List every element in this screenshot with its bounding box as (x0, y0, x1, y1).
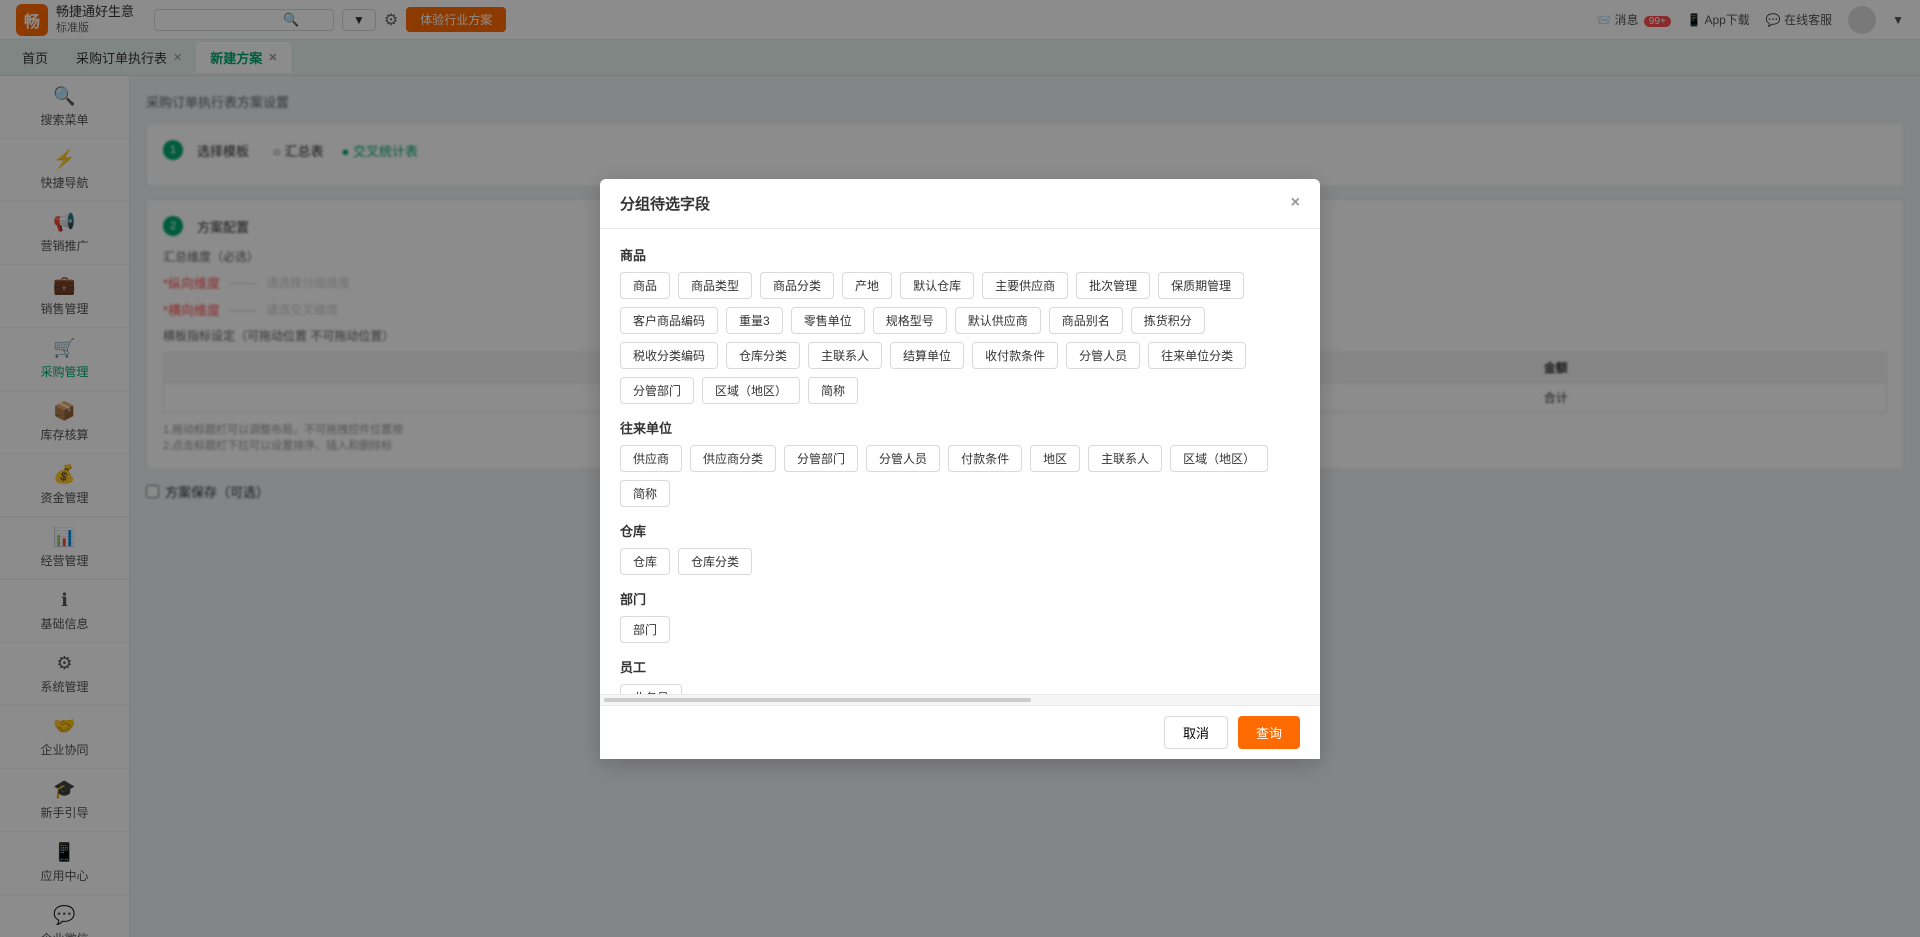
chip-goods-settle-unit[interactable]: 结算单位 (890, 342, 964, 369)
modal-overlay: 分组待选字段 × 商品 商品 商品类型 商品分类 产地 默认仓库 主要供应商 批… (0, 0, 1920, 937)
chip-goods-type[interactable]: 商品类型 (678, 272, 752, 299)
chip-goods-retail-unit[interactable]: 零售单位 (791, 307, 865, 334)
chip-goods-abbr[interactable]: 简称 (808, 377, 858, 404)
chip-goods-spec[interactable]: 规格型号 (873, 307, 947, 334)
chip-goods-1[interactable]: 商品 (620, 272, 670, 299)
chip-partner-supplier-cat[interactable]: 供应商分类 (690, 445, 776, 472)
chip-goods-tax-code[interactable]: 税收分类编码 (620, 342, 718, 369)
chip-goods-main-supplier[interactable]: 主要供应商 (982, 272, 1068, 299)
chip-partner-abbr[interactable]: 简称 (620, 480, 670, 507)
field-chips-employee: 业务员 (620, 684, 1300, 694)
field-chips-warehouse: 仓库 仓库分类 (620, 548, 1300, 575)
chip-partner-region[interactable]: 区域（地区） (1170, 445, 1268, 472)
chip-wh-category[interactable]: 仓库分类 (678, 548, 752, 575)
field-select-modal: 分组待选字段 × 商品 商品 商品类型 商品分类 产地 默认仓库 主要供应商 批… (600, 179, 1320, 759)
section-title-warehouse: 仓库 (620, 521, 1300, 540)
chip-goods-payment-terms[interactable]: 收付款条件 (972, 342, 1058, 369)
chip-goods-customer-code[interactable]: 客户商品编码 (620, 307, 718, 334)
chip-partner-contact[interactable]: 主联系人 (1088, 445, 1162, 472)
chip-goods-origin[interactable]: 产地 (842, 272, 892, 299)
section-title-partner: 往来单位 (620, 418, 1300, 437)
section-title-goods: 商品 (620, 245, 1300, 264)
chip-goods-batch[interactable]: 批次管理 (1076, 272, 1150, 299)
chip-partner-dept[interactable]: 分管部门 (784, 445, 858, 472)
modal-header: 分组待选字段 × (600, 179, 1320, 229)
chip-goods-manager[interactable]: 分管人员 (1066, 342, 1140, 369)
chip-goods-wh-category[interactable]: 仓库分类 (726, 342, 800, 369)
chip-goods-pick-score[interactable]: 拣货积分 (1131, 307, 1205, 334)
chip-goods-category[interactable]: 商品分类 (760, 272, 834, 299)
chip-emp-salesman[interactable]: 业务员 (620, 684, 682, 694)
chip-goods-region[interactable]: 区域（地区） (702, 377, 800, 404)
chip-goods-default-supplier[interactable]: 默认供应商 (955, 307, 1041, 334)
field-chips-partner: 供应商 供应商分类 分管部门 分管人员 付款条件 地区 主联系人 区域（地区） … (620, 445, 1300, 507)
chip-partner-supplier[interactable]: 供应商 (620, 445, 682, 472)
field-chips-goods: 商品 商品类型 商品分类 产地 默认仓库 主要供应商 批次管理 保质期管理 客户… (620, 272, 1300, 404)
modal-hscrollbar[interactable] (600, 694, 1320, 705)
chip-goods-dept[interactable]: 分管部门 (620, 377, 694, 404)
chip-partner-manager[interactable]: 分管人员 (866, 445, 940, 472)
chip-dept-dept[interactable]: 部门 (620, 616, 670, 643)
chip-goods-main-contact[interactable]: 主联系人 (808, 342, 882, 369)
cancel-button[interactable]: 取消 (1164, 716, 1228, 749)
modal-close-button[interactable]: × (1291, 194, 1300, 212)
modal-body: 商品 商品 商品类型 商品分类 产地 默认仓库 主要供应商 批次管理 保质期管理… (600, 229, 1320, 694)
chip-goods-weight[interactable]: 重量3 (726, 307, 783, 334)
section-title-dept: 部门 (620, 589, 1300, 608)
chip-partner-area[interactable]: 地区 (1030, 445, 1080, 472)
section-title-employee: 员工 (620, 657, 1300, 676)
modal-footer: 取消 查询 (600, 705, 1320, 759)
chip-goods-alias[interactable]: 商品别名 (1049, 307, 1123, 334)
hscrollbar-thumb[interactable] (604, 698, 1031, 702)
chip-wh-wh[interactable]: 仓库 (620, 548, 670, 575)
chip-goods-biz-category[interactable]: 往来单位分类 (1148, 342, 1246, 369)
field-chips-dept: 部门 (620, 616, 1300, 643)
confirm-button[interactable]: 查询 (1238, 716, 1300, 749)
chip-goods-shelf-life[interactable]: 保质期管理 (1158, 272, 1244, 299)
chip-goods-default-wh[interactable]: 默认仓库 (900, 272, 974, 299)
modal-title: 分组待选字段 (620, 193, 710, 214)
chip-partner-payment[interactable]: 付款条件 (948, 445, 1022, 472)
